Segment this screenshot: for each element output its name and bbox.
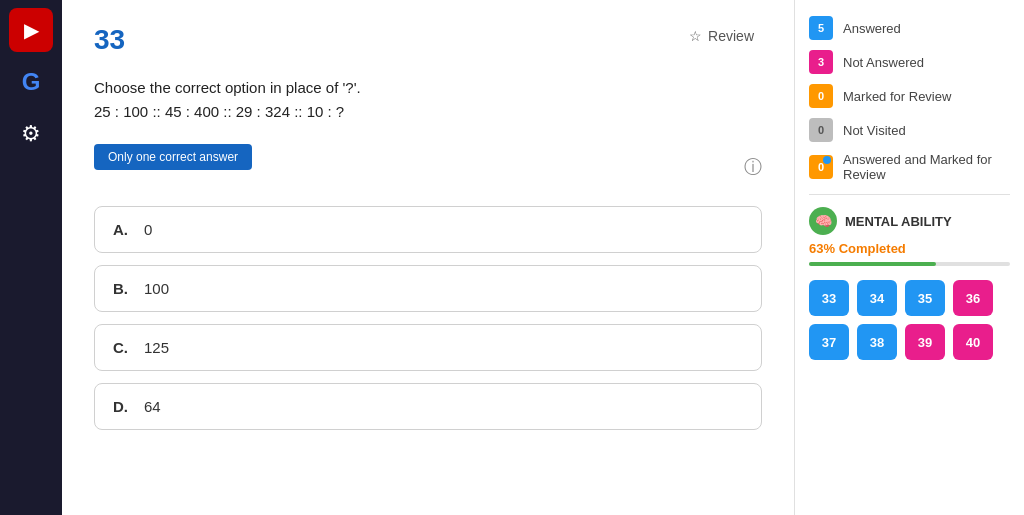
- question-text-1: Choose the correct option in place of '?…: [94, 76, 762, 124]
- legend-label-not-visited: Not Visited: [843, 123, 906, 138]
- q-btn-34[interactable]: 34: [857, 280, 897, 316]
- legend-label-not-answered: Not Answered: [843, 55, 924, 70]
- legend-label-answered: Answered: [843, 21, 901, 36]
- legend-not-visited: 0 Not Visited: [809, 118, 1010, 142]
- legend-badge-answered-marked: 0: [809, 155, 833, 179]
- app-sidebar: ▶ G ⚙: [0, 0, 62, 515]
- option-d-label: D.: [113, 398, 128, 415]
- option-c-label: C.: [113, 339, 128, 356]
- q-btn-36[interactable]: 36: [953, 280, 993, 316]
- legend-marked: 0 Marked for Review: [809, 84, 1010, 108]
- answer-badge-row: Only one correct answer ⓘ: [94, 144, 762, 190]
- progress-label: 63% Completed: [809, 241, 1010, 256]
- option-b-label: B.: [113, 280, 128, 297]
- app-icon-play[interactable]: ▶: [9, 8, 53, 52]
- section-icon: 🧠: [809, 207, 837, 235]
- legend: 5 Answered 3 Not Answered 0 Marked for R…: [809, 16, 1010, 182]
- option-c-value: 125: [144, 339, 169, 356]
- option-b[interactable]: B. 100: [94, 265, 762, 312]
- option-a-value: 0: [144, 221, 152, 238]
- question-number: 33: [94, 24, 125, 56]
- legend-not-answered: 3 Not Answered: [809, 50, 1010, 74]
- q-btn-38[interactable]: 38: [857, 324, 897, 360]
- question-grid: 33 34 35 36 37 38 39 40: [809, 280, 1010, 360]
- section-header: 🧠 MENTAL ABILITY: [809, 207, 1010, 235]
- review-label: Review: [708, 28, 754, 44]
- progress-bar-fill: [809, 262, 936, 266]
- option-c[interactable]: C. 125: [94, 324, 762, 371]
- question-panel: 33 ☆ Review Choose the correct option in…: [62, 0, 794, 515]
- legend-badge-not-answered: 3: [809, 50, 833, 74]
- option-d[interactable]: D. 64: [94, 383, 762, 430]
- legend-badge-not-visited: 0: [809, 118, 833, 142]
- info-icon[interactable]: ⓘ: [744, 155, 762, 179]
- progress-bar-bg: [809, 262, 1010, 266]
- q-btn-39[interactable]: 39: [905, 324, 945, 360]
- right-sidebar: 5 Answered 3 Not Answered 0 Marked for R…: [794, 0, 1024, 515]
- option-b-value: 100: [144, 280, 169, 297]
- q-btn-33[interactable]: 33: [809, 280, 849, 316]
- options-list: A. 0 B. 100 C. 125 D. 64: [94, 206, 762, 430]
- question-header: 33 ☆ Review: [94, 24, 762, 60]
- review-button[interactable]: ☆ Review: [681, 24, 762, 48]
- divider-1: [809, 194, 1010, 195]
- legend-label-marked: Marked for Review: [843, 89, 951, 104]
- legend-answered: 5 Answered: [809, 16, 1010, 40]
- q-btn-35[interactable]: 35: [905, 280, 945, 316]
- section-name: MENTAL ABILITY: [845, 214, 952, 229]
- main-wrapper: 33 ☆ Review Choose the correct option in…: [62, 0, 1024, 515]
- answer-type-badge: Only one correct answer: [94, 144, 252, 170]
- star-icon: ☆: [689, 28, 702, 44]
- legend-answered-marked: 0 Answered and Marked for Review: [809, 152, 1010, 182]
- q-btn-40[interactable]: 40: [953, 324, 993, 360]
- option-a[interactable]: A. 0: [94, 206, 762, 253]
- option-a-label: A.: [113, 221, 128, 238]
- legend-badge-answered: 5: [809, 16, 833, 40]
- q-btn-37[interactable]: 37: [809, 324, 849, 360]
- option-d-value: 64: [144, 398, 161, 415]
- app-icon-google[interactable]: G: [9, 60, 53, 104]
- legend-label-answered-marked: Answered and Marked for Review: [843, 152, 1010, 182]
- app-icon-settings[interactable]: ⚙: [9, 112, 53, 156]
- legend-badge-marked: 0: [809, 84, 833, 108]
